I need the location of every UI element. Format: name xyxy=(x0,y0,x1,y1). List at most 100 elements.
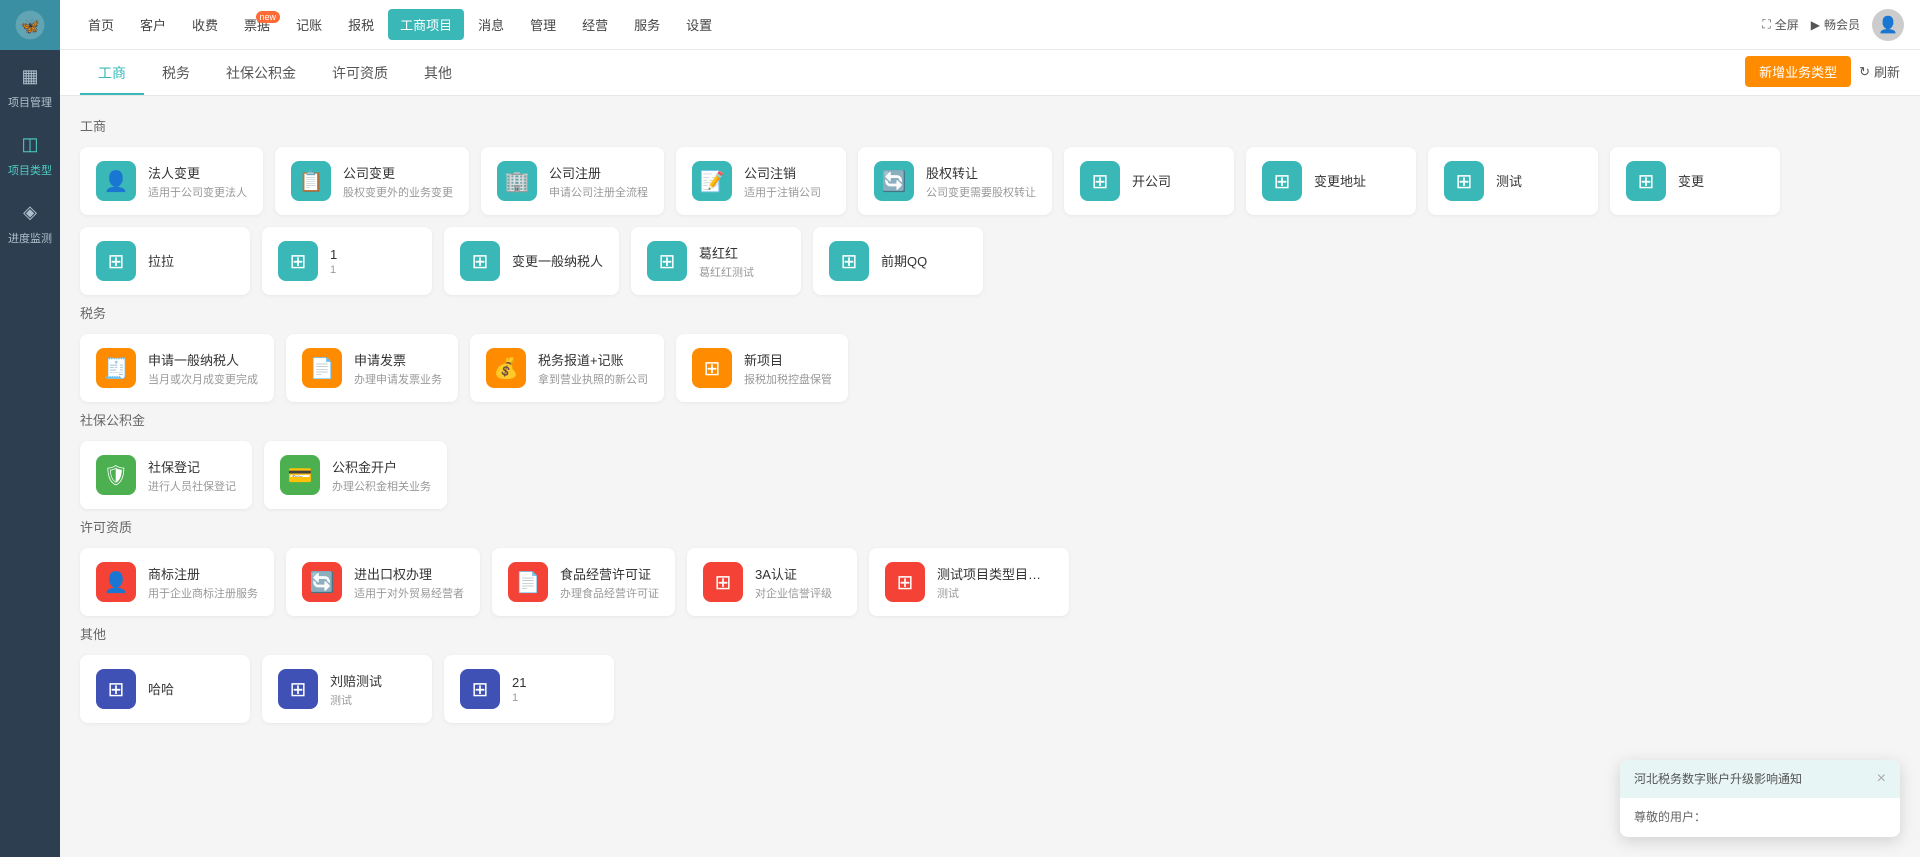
card-ge-hong-hong[interactable]: ⊞葛红红葛红红测试 xyxy=(631,227,801,295)
card-trademark[interactable]: 👤商标注册用于企业商标注册服务 xyxy=(80,548,274,616)
card-desc-liu-pei-test: 测试 xyxy=(330,692,416,708)
topnav-item-operation[interactable]: 经营 xyxy=(570,9,620,40)
card-new-project[interactable]: ⊞新项目报税加税控盘保管 xyxy=(676,334,848,402)
card-test-type-def[interactable]: ⊞ 测试项目类型目定义测试 xyxy=(869,548,1069,616)
card-front-qq[interactable]: ⊞前期QQ xyxy=(813,227,983,295)
card-social-register[interactable]: 🛡社保登记进行人员社保登记 xyxy=(80,441,252,509)
card-open-company[interactable]: ⊞开公司 xyxy=(1064,147,1234,215)
sidebar-icon-project-manage: ▦ xyxy=(16,62,44,90)
card-icon-3a-cert: ⊞ xyxy=(703,562,743,602)
topnav-item-customer[interactable]: 客户 xyxy=(128,9,178,40)
member-button[interactable]: ▶ 畅会员 xyxy=(1811,16,1860,33)
card-title-ge-hong-hong: 葛红红 xyxy=(699,243,785,262)
card-fund-open[interactable]: 💳公积金开户办理公积金相关业务 xyxy=(264,441,447,509)
topnav-item-invoice[interactable]: 票据new xyxy=(232,9,282,40)
new-type-button[interactable]: 新增业务类型 xyxy=(1745,56,1851,87)
fullscreen-button[interactable]: ⛶ 全屏 xyxy=(1762,16,1798,33)
card-icon-open-company: ⊞ xyxy=(1080,161,1120,201)
card-company-change[interactable]: 📋 公司变更股权变更外的业务变更 xyxy=(275,147,469,215)
card-title-social-register: 社保登记 xyxy=(148,457,236,476)
topnav-item-billing[interactable]: 收费 xyxy=(180,9,230,40)
sidebar-item-progress-monitor[interactable]: ◈ 进度监测 xyxy=(0,186,60,254)
avatar[interactable]: 👤 xyxy=(1872,9,1904,41)
card-change[interactable]: ⊞变更 xyxy=(1610,147,1780,215)
subtab-tax-tab[interactable]: 税务 xyxy=(144,53,208,95)
card-icon-company-cancel: 📝 xyxy=(692,161,732,201)
card-desc-apply-general-tax: 当月或次月成变更完成 xyxy=(148,371,258,387)
topnav-item-industry[interactable]: 工商项目 xyxy=(388,9,464,40)
subtab-other-tab[interactable]: 其他 xyxy=(406,53,470,95)
card-icon-import-export: 🔄 xyxy=(302,562,342,602)
topnav-item-service[interactable]: 服务 xyxy=(622,9,672,40)
card-lala[interactable]: ⊞拉拉 xyxy=(80,227,250,295)
card-icon-tax-report-accounting: 💰 xyxy=(486,348,526,388)
card-test[interactable]: ⊞测试 xyxy=(1428,147,1598,215)
card-company-cancel[interactable]: 📝 公司注销适用于注销公司 xyxy=(676,147,846,215)
fullscreen-icon: ⛶ xyxy=(1762,17,1770,32)
card-text-new-project: 新项目报税加税控盘保管 xyxy=(744,350,832,387)
card-food-license[interactable]: 📄食品经营许可证办理食品经营许可证 xyxy=(492,548,675,616)
card-liu-pei-test[interactable]: ⊞刘赔测试测试 xyxy=(262,655,432,723)
card-title-legal-change: 法人变更 xyxy=(148,163,247,182)
section-other-section: 其他⊞哈哈⊞刘赔测试测试⊞211 xyxy=(80,624,1900,723)
card-3a-cert[interactable]: ⊞3A认证对企业信誉评级 xyxy=(687,548,857,616)
card-text-change: 变更 xyxy=(1678,171,1764,192)
subtab-social-fund-tab[interactable]: 社保公积金 xyxy=(208,53,314,95)
card-text-change-tax: 变更一般纳税人 xyxy=(512,251,603,272)
notification-close-button[interactable]: × xyxy=(1877,770,1886,788)
card-change-address[interactable]: ⊞变更地址 xyxy=(1246,147,1416,215)
card-change-tax[interactable]: ⊞变更一般纳税人 xyxy=(444,227,619,295)
card-title-change-address: 变更地址 xyxy=(1314,171,1400,190)
card-title-haha: 哈哈 xyxy=(148,679,234,698)
topnav-item-manage[interactable]: 管理 xyxy=(518,9,568,40)
sidebar-item-project-manage[interactable]: ▦ 项目管理 xyxy=(0,50,60,118)
card-text-liu-pei-test: 刘赔测试测试 xyxy=(330,671,416,708)
avatar-icon: 👤 xyxy=(1878,15,1898,35)
card-desc-tax-report-accounting: 拿到营业执照的新公司 xyxy=(538,371,648,387)
subtab-license-tab[interactable]: 许可资质 xyxy=(314,53,406,95)
card-title-lala: 拉拉 xyxy=(148,251,234,270)
topnav-item-settings[interactable]: 设置 xyxy=(674,9,724,40)
card-icon-haha: ⊞ xyxy=(96,669,136,709)
card-haha[interactable]: ⊞ 哈哈 xyxy=(80,655,250,723)
card-title-new-project: 新项目 xyxy=(744,350,832,369)
card-apply-general-tax[interactable]: 🧾申请一般纳税人当月或次月成变更完成 xyxy=(80,334,274,402)
card-text-company-change: 公司变更股权变更外的业务变更 xyxy=(343,163,453,200)
card-title-test: 测试 xyxy=(1496,171,1582,190)
app-logo: 🦋 xyxy=(0,0,60,50)
notification-body: 尊敬的用户： xyxy=(1620,798,1900,837)
card-legal-change[interactable]: 👤法人变更适用于公司变更法人 xyxy=(80,147,263,215)
notification-header: 河北税务数字账户升级影响通知 × xyxy=(1620,760,1900,798)
card-icon-test-type-def: ⊞ xyxy=(885,562,925,602)
card-text-equity-transfer: 股权转让公司变更需要股权转让 xyxy=(926,163,1036,200)
card-icon-ge-hong-hong: ⊞ xyxy=(647,241,687,281)
main-scroll: 工商👤法人变更适用于公司变更法人📋公司变更股权变更外的业务变更🏢公司注册申请公司… xyxy=(60,96,1920,857)
card-desc-new-project: 报税加税控盘保管 xyxy=(744,371,832,387)
card-icon-company-change: 📋 xyxy=(291,161,331,201)
card-desc-trademark: 用于企业商标注册服务 xyxy=(148,585,258,601)
card-apply-invoice[interactable]: 📄申请发票办理申请发票业务 xyxy=(286,334,458,402)
sidebar-label-project-manage: 项目管理 xyxy=(8,94,52,110)
card-title-food-license: 食品经营许可证 xyxy=(560,564,659,583)
sidebar-icon-project-type: ◫ xyxy=(16,130,44,158)
topnav-item-accounting[interactable]: 记账 xyxy=(284,9,334,40)
card-one[interactable]: ⊞11 xyxy=(262,227,432,295)
card-text-company-cancel: 公司注销适用于注销公司 xyxy=(744,163,830,200)
topnav-item-message[interactable]: 消息 xyxy=(466,9,516,40)
card-import-export[interactable]: 🔄进出口权办理适用于对外贸易经营者 xyxy=(286,548,480,616)
topnav-item-home[interactable]: 首页 xyxy=(76,9,126,40)
sidebar-item-project-type[interactable]: ◫ 项目类型 xyxy=(0,118,60,186)
card-desc-company-cancel: 适用于注销公司 xyxy=(744,184,830,200)
card-desc-company-register: 申请公司注册全流程 xyxy=(549,184,648,200)
card-twenty-one[interactable]: ⊞211 xyxy=(444,655,614,723)
card-text-lala: 拉拉 xyxy=(148,251,234,272)
subtab-industry-tab[interactable]: 工商 xyxy=(80,53,144,95)
notification-popup: 河北税务数字账户升级影响通知 × 尊敬的用户： xyxy=(1620,760,1900,837)
card-company-register[interactable]: 🏢公司注册申请公司注册全流程 xyxy=(481,147,664,215)
card-equity-transfer[interactable]: 🔄股权转让公司变更需要股权转让 xyxy=(858,147,1052,215)
topnav-item-tax[interactable]: 报税 xyxy=(336,9,386,40)
card-tax-report-accounting[interactable]: 💰税务报道+记账拿到营业执照的新公司 xyxy=(470,334,664,402)
card-icon-social-register: 🛡 xyxy=(96,455,136,495)
card-text-test-type-def: 测试项目类型目定义测试 xyxy=(937,564,1053,601)
refresh-button[interactable]: ↻ 刷新 xyxy=(1859,62,1900,81)
